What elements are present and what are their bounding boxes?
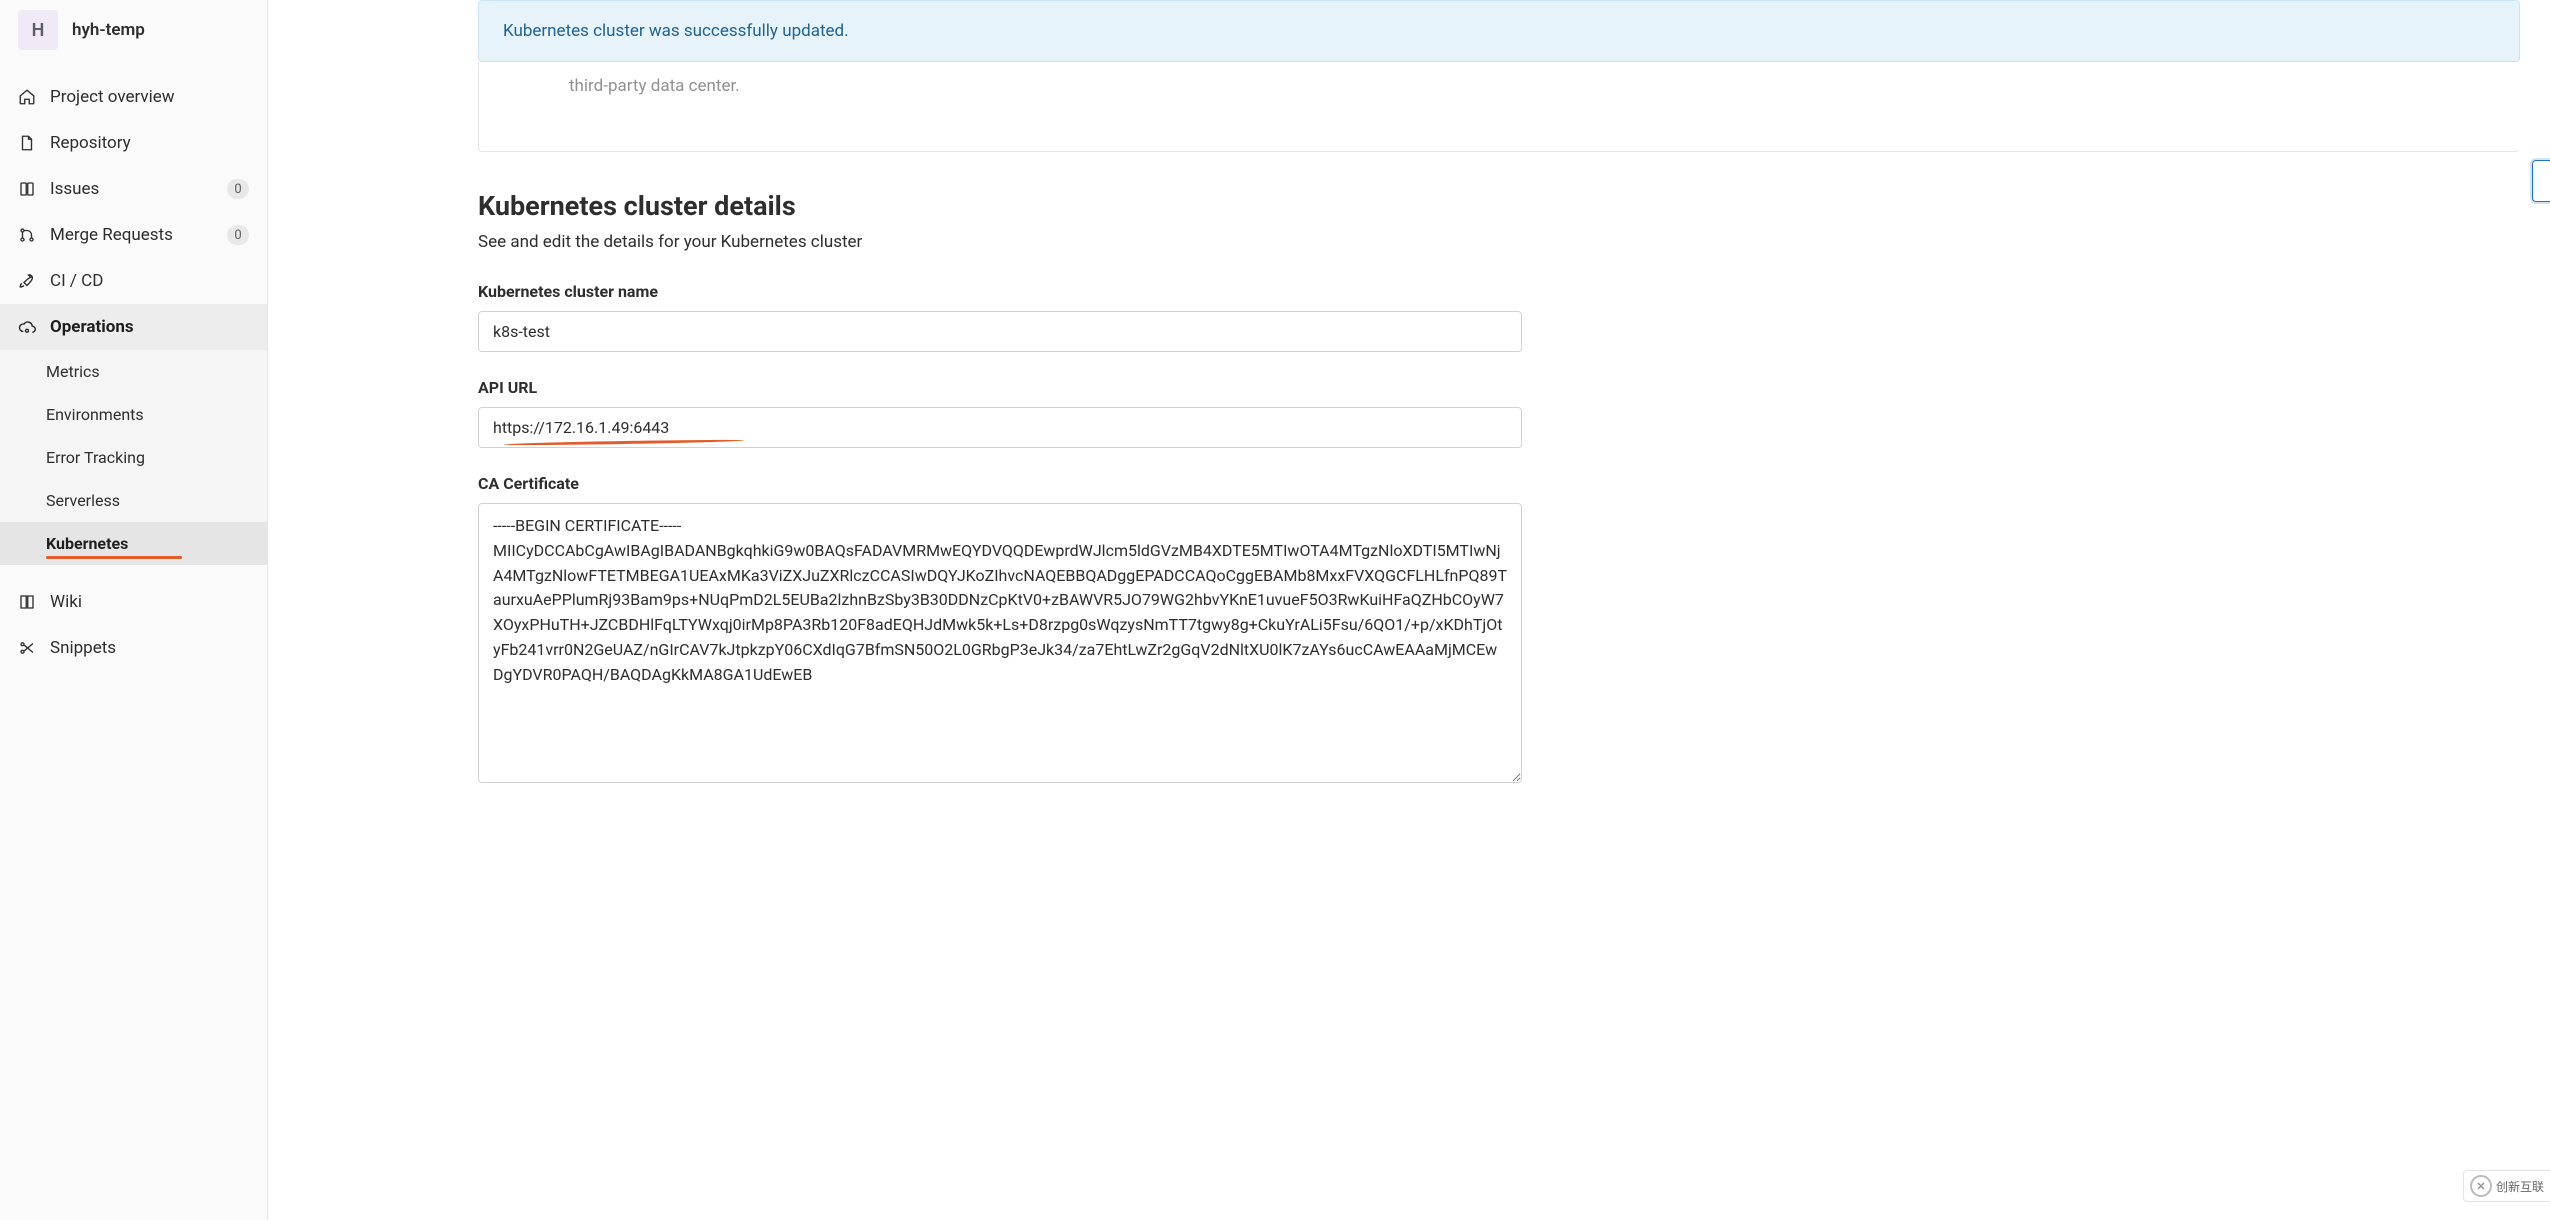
floating-watermark: ✕ 创新互联	[2463, 1170, 2550, 1202]
sub-nav-environments[interactable]: Environments	[0, 393, 267, 436]
ca-certificate-label: CA Certificate	[478, 474, 2520, 493]
sidebar-item-operations[interactable]: Operations	[0, 304, 267, 350]
sub-nav-metrics[interactable]: Metrics	[0, 350, 267, 393]
sidebar: H hyh-temp Project overview Repository	[0, 0, 268, 1220]
alert-text: Kubernetes cluster was successfully upda…	[503, 21, 849, 41]
home-icon	[18, 88, 36, 106]
project-name: hyh-temp	[72, 20, 145, 40]
form-group-ca-certificate: CA Certificate	[478, 474, 2520, 787]
issues-icon	[18, 180, 36, 198]
section-title: Kubernetes cluster details	[478, 190, 2520, 222]
book-icon	[18, 593, 36, 611]
sidebar-item-label: Project overview	[50, 87, 175, 107]
issues-badge: 0	[227, 179, 249, 199]
nav-list: Project overview Repository Issues 0	[0, 74, 267, 350]
operations-sub-nav: Metrics Environments Error Tracking Serv…	[0, 350, 267, 565]
merge-requests-badge: 0	[227, 225, 249, 245]
alert-success: Kubernetes cluster was successfully upda…	[478, 0, 2520, 62]
sub-nav-label: Serverless	[46, 491, 120, 510]
sidebar-item-overview[interactable]: Project overview	[0, 74, 267, 120]
project-avatar: H	[18, 10, 58, 50]
sidebar-item-wiki[interactable]: Wiki	[0, 579, 267, 625]
sub-nav-label: Kubernetes	[46, 534, 128, 553]
sidebar-item-snippets[interactable]: Snippets	[0, 625, 267, 671]
project-header[interactable]: H hyh-temp	[0, 0, 267, 60]
sidebar-item-repository[interactable]: Repository	[0, 120, 267, 166]
cluster-name-input[interactable]	[478, 311, 1522, 352]
file-icon	[18, 134, 36, 152]
sub-nav-serverless[interactable]: Serverless	[0, 479, 267, 522]
info-card-trailing: third-party data center.	[478, 62, 2520, 152]
rocket-icon	[18, 272, 36, 290]
sidebar-item-label: Repository	[50, 133, 131, 153]
sidebar-item-label: CI / CD	[50, 271, 103, 291]
sidebar-item-label: Operations	[50, 317, 134, 337]
sidebar-item-label: Wiki	[50, 592, 82, 612]
scissors-icon	[18, 639, 36, 657]
sub-nav-label: Error Tracking	[46, 448, 145, 467]
sidebar-item-ci-cd[interactable]: CI / CD	[0, 258, 267, 304]
api-url-label: API URL	[478, 378, 2520, 397]
section-subtitle: See and edit the details for your Kubern…	[478, 232, 2520, 252]
form-group-api-url: API URL	[478, 378, 2520, 448]
sidebar-item-merge-requests[interactable]: Merge Requests 0	[0, 212, 267, 258]
sub-nav-label: Environments	[46, 405, 144, 424]
sub-nav-kubernetes[interactable]: Kubernetes	[0, 522, 267, 565]
sidebar-item-label: Issues	[50, 179, 99, 199]
sub-nav-label: Metrics	[46, 362, 100, 381]
watermark-icon: ✕	[2470, 1175, 2492, 1197]
annotation-underline	[46, 556, 182, 559]
nav-list-bottom: Wiki Snippets	[0, 579, 267, 671]
sidebar-item-issues[interactable]: Issues 0	[0, 166, 267, 212]
main-content: Kubernetes cluster was successfully upda…	[268, 0, 2550, 1220]
cloud-gear-icon	[18, 318, 36, 336]
merge-icon	[18, 226, 36, 244]
sidebar-item-label: Snippets	[50, 638, 116, 658]
sidebar-item-label: Merge Requests	[50, 225, 173, 245]
sub-nav-error-tracking[interactable]: Error Tracking	[0, 436, 267, 479]
form-group-cluster-name: Kubernetes cluster name	[478, 282, 2520, 352]
side-collapse-button[interactable]	[2532, 160, 2550, 202]
cluster-name-label: Kubernetes cluster name	[478, 282, 2520, 301]
watermark-text: 创新互联	[2496, 1178, 2544, 1195]
ca-certificate-textarea[interactable]	[478, 503, 1522, 783]
